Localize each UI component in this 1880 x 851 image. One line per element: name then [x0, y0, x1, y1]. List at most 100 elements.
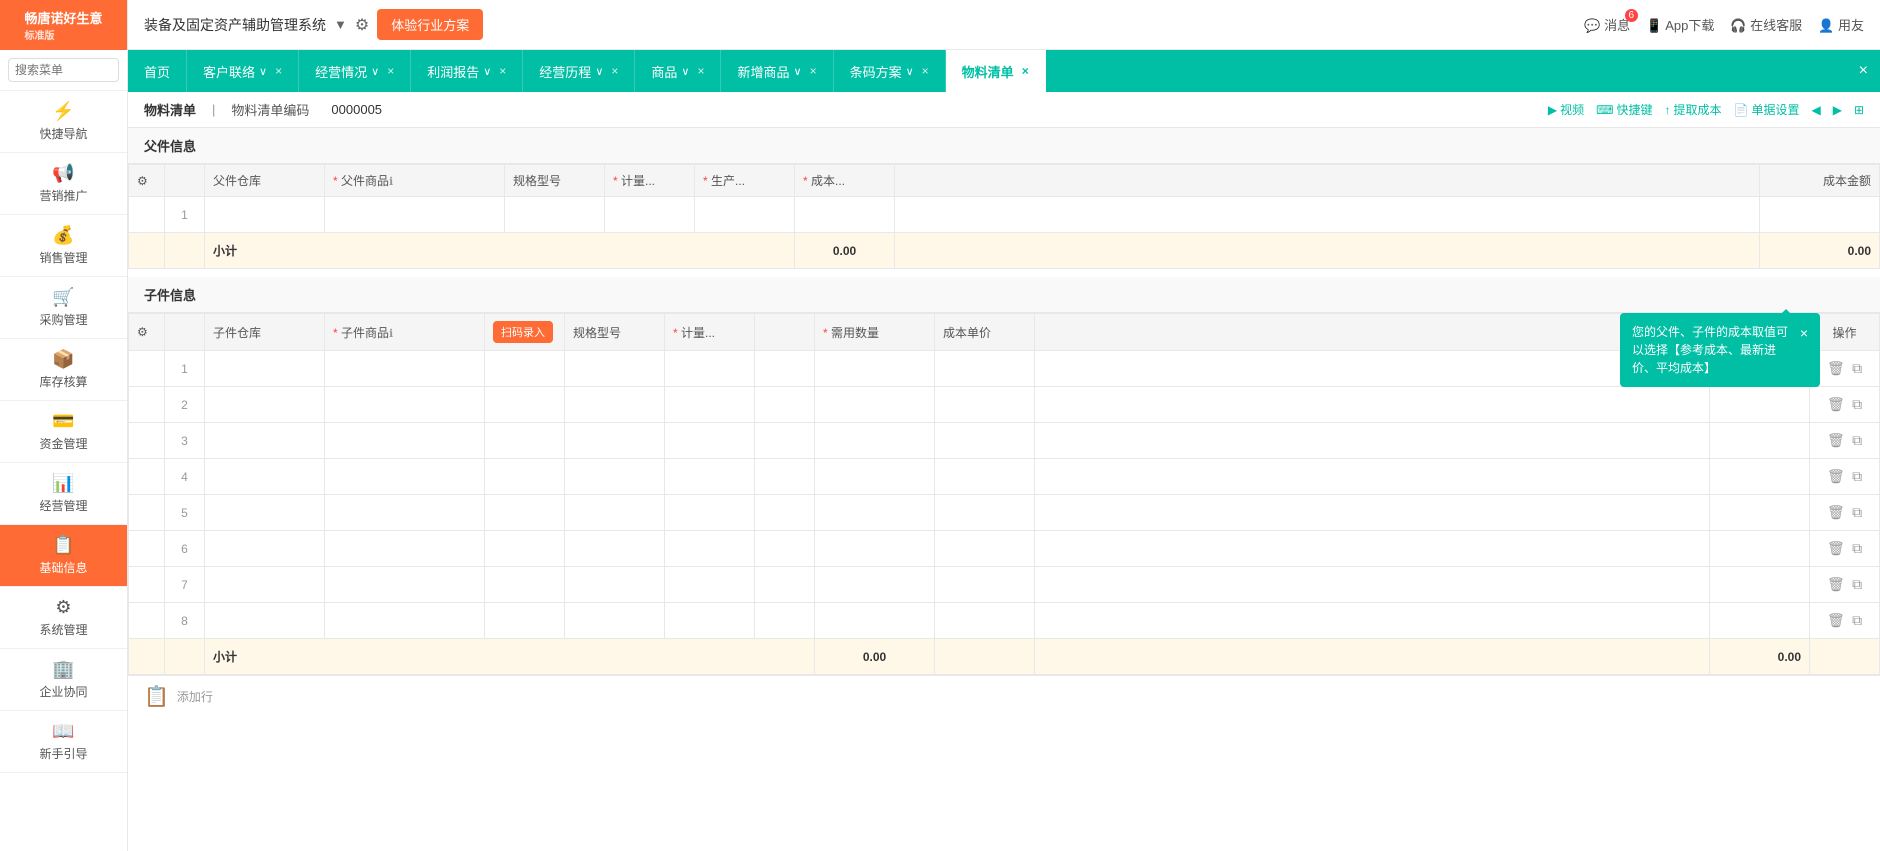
delete-icon[interactable]: 🗑: [1827, 432, 1845, 448]
child-unit-2[interactable]: [665, 387, 755, 423]
child-qty-1[interactable]: [815, 351, 935, 387]
child-warehouse-2[interactable]: [205, 387, 325, 423]
dropdown-arrow-icon[interactable]: ▼: [334, 17, 347, 32]
copy-icon[interactable]: ⧉: [1852, 468, 1862, 484]
close-icon[interactable]: ×: [499, 64, 506, 78]
child-unitcost-2[interactable]: [935, 387, 1035, 423]
delete-icon[interactable]: 🗑: [1827, 540, 1845, 556]
sidebar-item-sales[interactable]: 💰 销售管理: [0, 215, 127, 277]
message-badge[interactable]: 💬 消息 6: [1584, 15, 1630, 34]
copy-icon[interactable]: ⧉: [1852, 396, 1862, 412]
close-icon[interactable]: ×: [810, 64, 817, 78]
tab-customer[interactable]: 客户联络 ∨ ×: [187, 50, 299, 92]
topbar-gear-icon[interactable]: ⚙: [355, 15, 369, 35]
child-product-1[interactable]: [325, 351, 485, 387]
setting-icon: 📄: [1734, 103, 1749, 117]
child-th-gear[interactable]: ⚙: [129, 314, 165, 351]
child-unit-1[interactable]: [665, 351, 755, 387]
add-row-icon[interactable]: 📋: [144, 684, 169, 709]
close-icon[interactable]: ×: [611, 64, 618, 78]
tab-home[interactable]: 首页: [128, 50, 187, 92]
delete-icon[interactable]: 🗑: [1827, 612, 1845, 628]
copy-icon[interactable]: ⧉: [1852, 504, 1862, 520]
sidebar-item-system[interactable]: ⚙ 系统管理: [0, 587, 127, 649]
copy-icon[interactable]: ⧉: [1852, 540, 1862, 556]
child-spec-2[interactable]: [565, 387, 665, 423]
sidebar-label: 快捷导航: [39, 125, 87, 142]
extract-cost-btn[interactable]: ↑ 提取成本: [1664, 101, 1721, 118]
child-row-4: 4 🗑: [129, 459, 1880, 495]
sidebar-item-search[interactable]: [0, 50, 127, 91]
sidebar-item-finance[interactable]: 💳 资金管理: [0, 401, 127, 463]
online-service-link[interactable]: 🎧 在线客服: [1730, 15, 1802, 34]
copy-icon[interactable]: ⧉: [1852, 576, 1862, 592]
delete-icon[interactable]: 🗑: [1827, 468, 1845, 484]
sidebar-item-enterprise[interactable]: 🏢 企业协同: [0, 649, 127, 711]
close-icon[interactable]: ×: [387, 64, 394, 78]
grid-icon[interactable]: ⊞: [1854, 103, 1864, 117]
breadcrumb-bom[interactable]: 物料清单: [144, 100, 196, 119]
copy-icon[interactable]: ⧉: [1852, 432, 1862, 448]
shortcut-btn[interactable]: ⌨ 快捷键: [1596, 101, 1652, 118]
sidebar-item-guide[interactable]: 📖 新手引导: [0, 711, 127, 773]
copy-icon[interactable]: ⧉: [1852, 612, 1862, 628]
box-icon: 📦: [52, 349, 74, 370]
child-spec-1[interactable]: [565, 351, 665, 387]
close-icon[interactable]: ×: [697, 64, 704, 78]
parent-th-produce: * 生产...: [695, 165, 795, 197]
bom-code-label: 物料清单编码: [231, 100, 309, 119]
scan-button[interactable]: 扫码录入: [493, 321, 553, 343]
trial-button[interactable]: 体验行业方案: [377, 9, 483, 40]
sidebar-item-inventory[interactable]: 📦 库存核算: [0, 339, 127, 401]
user-menu[interactable]: 👤 用友: [1818, 15, 1864, 34]
sidebar-item-quick-nav[interactable]: ⚡ 快捷导航: [0, 91, 127, 153]
tooltip-close-btn[interactable]: ×: [1800, 323, 1808, 344]
close-icon[interactable]: ×: [275, 64, 282, 78]
keyboard-icon: ⌨: [1596, 103, 1613, 117]
tab-operation[interactable]: 经营情况 ∨ ×: [299, 50, 411, 92]
tab-profit[interactable]: 利润报告 ∨ ×: [411, 50, 523, 92]
building-icon: 🏢: [52, 659, 74, 680]
sidebar-item-purchase[interactable]: 🛒 采购管理: [0, 277, 127, 339]
child-unitcost-1[interactable]: [935, 351, 1035, 387]
app-download-link[interactable]: 📱 App下载: [1646, 15, 1714, 34]
topbar-left: 装备及固定资产辅助管理系统 ▼ ⚙ 体验行业方案: [144, 9, 483, 40]
sidebar-item-operations[interactable]: 📊 经营管理: [0, 463, 127, 525]
delete-icon[interactable]: 🗑: [1827, 504, 1845, 520]
copy-icon[interactable]: ⧉: [1852, 360, 1862, 376]
lightning-icon: ⚡: [52, 101, 74, 122]
parent-cell-produce-1[interactable]: [695, 197, 795, 233]
nav-next-icon[interactable]: ▶: [1833, 103, 1842, 117]
parent-cell-product-1[interactable]: [325, 197, 505, 233]
tab-history[interactable]: 经营历程 ∨ ×: [523, 50, 635, 92]
parent-cell-warehouse-1[interactable]: [205, 197, 325, 233]
child-product-2[interactable]: [325, 387, 485, 423]
child-warehouse-1[interactable]: [205, 351, 325, 387]
delete-icon[interactable]: 🗑: [1827, 360, 1845, 376]
phone-icon: 📱: [1646, 18, 1662, 33]
close-icon[interactable]: ×: [1022, 64, 1029, 78]
chevron-down-icon: ∨: [595, 65, 603, 78]
single-setting-btn[interactable]: 📄 单据设置: [1734, 101, 1800, 118]
sidebar-label: 采购管理: [39, 311, 87, 328]
nav-prev-icon[interactable]: ◀: [1811, 103, 1820, 117]
search-input[interactable]: [8, 58, 119, 82]
parent-cell-unit-1[interactable]: [605, 197, 695, 233]
tab-bom[interactable]: 物料清单 ×: [946, 50, 1046, 92]
delete-icon[interactable]: 🗑: [1827, 576, 1845, 592]
tab-barcode[interactable]: 条码方案 ∨ ×: [834, 50, 946, 92]
nav-close-all[interactable]: ×: [1847, 62, 1880, 80]
delete-icon[interactable]: 🗑: [1827, 396, 1845, 412]
sidebar-item-marketing[interactable]: 📢 营销推广: [0, 153, 127, 215]
topbar: 装备及固定资产辅助管理系统 ▼ ⚙ 体验行业方案 💬 消息 6 📱 App下载 …: [128, 0, 1880, 50]
tab-goods[interactable]: 商品 ∨ ×: [635, 50, 721, 92]
video-btn[interactable]: ▶ 视频: [1548, 101, 1584, 118]
tab-new-goods[interactable]: 新增商品 ∨ ×: [721, 50, 833, 92]
sidebar-item-basic-info[interactable]: 📋 基础信息: [0, 525, 127, 587]
parent-th-gear[interactable]: ⚙: [129, 165, 165, 197]
parent-cell-cost-1[interactable]: [795, 197, 895, 233]
child-qty-2[interactable]: [815, 387, 935, 423]
child-section-header: 子件信息: [128, 277, 1880, 313]
parent-cell-spec-1[interactable]: [505, 197, 605, 233]
close-icon[interactable]: ×: [922, 64, 929, 78]
